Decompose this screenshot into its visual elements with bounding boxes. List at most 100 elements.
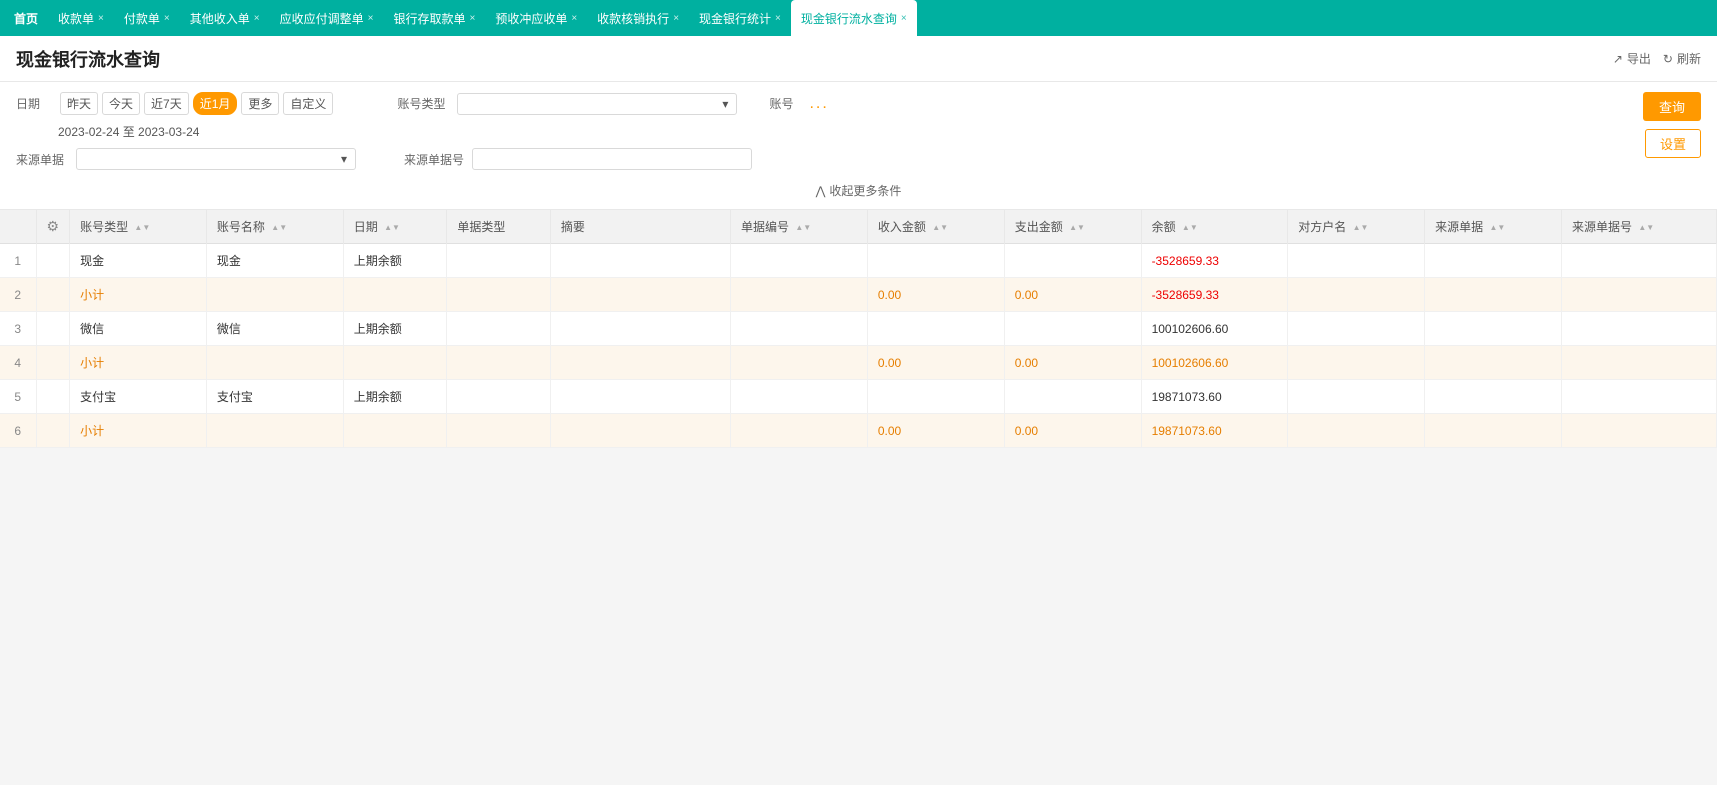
th-source-doc[interactable]: 来源单据 ▲▼ bbox=[1425, 210, 1562, 244]
th-counterpart[interactable]: 对方户名 ▲▼ bbox=[1288, 210, 1425, 244]
cell-account-type: 小计 bbox=[70, 414, 207, 448]
nav-tab-other-income[interactable]: 其他收入单× bbox=[180, 0, 270, 36]
close-tab-payment-icon[interactable]: × bbox=[164, 13, 170, 24]
th-date[interactable]: 日期 ▲▼ bbox=[343, 210, 447, 244]
cell-expense bbox=[1004, 312, 1141, 346]
nav-tab-prepay[interactable]: 预收冲应收单× bbox=[485, 0, 587, 36]
date-btn-more[interactable]: 更多 bbox=[241, 92, 279, 115]
cell-idx: 3 bbox=[0, 312, 36, 346]
date-btn-yesterday[interactable]: 昨天 bbox=[60, 92, 98, 115]
cell-balance: -3528659.33 bbox=[1141, 278, 1288, 312]
th-account-name[interactable]: 账号名称 ▲▼ bbox=[206, 210, 343, 244]
sort-expense-icon: ▲▼ bbox=[1069, 224, 1085, 232]
date-btn-today[interactable]: 今天 bbox=[102, 92, 140, 115]
date-btn-7days[interactable]: 近7天 bbox=[144, 92, 189, 115]
close-tab-receipt-icon[interactable]: × bbox=[98, 13, 104, 24]
close-tab-write-off-icon[interactable]: × bbox=[673, 13, 679, 24]
cell-gear bbox=[36, 312, 70, 346]
cell-doc-type bbox=[447, 312, 551, 346]
sort-doc-no-icon: ▲▼ bbox=[795, 224, 811, 232]
sort-account-type-icon: ▲▼ bbox=[134, 224, 150, 232]
cell-balance: 19871073.60 bbox=[1141, 414, 1288, 448]
nav-tab-write-off[interactable]: 收款核销执行× bbox=[587, 0, 689, 36]
th-source-doc-no[interactable]: 来源单据号 ▲▼ bbox=[1561, 210, 1716, 244]
source-doc-no-label: 来源单据号 bbox=[404, 151, 464, 168]
source-doc-no-input[interactable] bbox=[472, 148, 752, 170]
th-doc-no[interactable]: 单据编号 ▲▼ bbox=[730, 210, 867, 244]
cell-income bbox=[867, 312, 1004, 346]
close-tab-ar-ap-adjust-icon[interactable]: × bbox=[368, 13, 374, 24]
table-body: 1现金现金上期余额-3528659.332小计0.000.00-3528659.… bbox=[0, 244, 1717, 448]
cell-counterpart bbox=[1288, 414, 1425, 448]
cell-source-doc bbox=[1425, 312, 1562, 346]
sort-source-doc-no-icon: ▲▼ bbox=[1638, 224, 1654, 232]
cell-expense: 0.00 bbox=[1004, 414, 1141, 448]
sort-date-icon: ▲▼ bbox=[384, 224, 400, 232]
cell-account-name bbox=[206, 278, 343, 312]
cell-date: 上期余额 bbox=[343, 312, 447, 346]
cell-source-doc bbox=[1425, 346, 1562, 380]
collapse-button[interactable]: ⋀ 收起更多条件 bbox=[816, 182, 902, 199]
account-more-button[interactable]: ... bbox=[801, 95, 836, 113]
nav-tab-ar-ap-adjust[interactable]: 应收应付调整单× bbox=[270, 0, 384, 36]
cell-source-doc bbox=[1425, 278, 1562, 312]
close-tab-other-income-icon[interactable]: × bbox=[254, 13, 260, 24]
cell-balance: 19871073.60 bbox=[1141, 380, 1288, 414]
nav-tab-receipt[interactable]: 收款单× bbox=[48, 0, 114, 36]
column-settings-icon[interactable]: ⚙ bbox=[47, 218, 60, 234]
th-expense[interactable]: 支出金额 ▲▼ bbox=[1004, 210, 1141, 244]
th-account-type[interactable]: 账号类型 ▲▼ bbox=[70, 210, 207, 244]
date-btn-1month[interactable]: 近1月 bbox=[193, 92, 238, 115]
export-button[interactable]: ↗ 导出 bbox=[1613, 50, 1651, 67]
header-actions: ↗ 导出 ↻ 刷新 bbox=[1613, 50, 1701, 67]
cell-expense: 0.00 bbox=[1004, 346, 1141, 380]
cell-doc-type bbox=[447, 380, 551, 414]
cell-expense: 0.00 bbox=[1004, 278, 1141, 312]
date-range-display: 2023-02-24 至 2023-03-24 bbox=[58, 125, 199, 139]
cell-balance: 100102606.60 bbox=[1141, 312, 1288, 346]
table-row: 3微信微信上期余额100102606.60 bbox=[0, 312, 1717, 346]
cell-idx: 4 bbox=[0, 346, 36, 380]
cell-account-type: 微信 bbox=[70, 312, 207, 346]
nav-tab-cash-stat[interactable]: 现金银行统计× bbox=[689, 0, 791, 36]
cell-account-type: 小计 bbox=[70, 278, 207, 312]
refresh-icon: ↻ bbox=[1663, 52, 1673, 66]
query-button[interactable]: 查询 bbox=[1643, 92, 1701, 121]
export-icon: ↗ bbox=[1613, 52, 1623, 66]
nav-tab-payment[interactable]: 付款单× bbox=[114, 0, 180, 36]
cell-balance: 100102606.60 bbox=[1141, 346, 1288, 380]
close-tab-bank-deposit-icon[interactable]: × bbox=[469, 13, 475, 24]
cell-source-doc bbox=[1425, 380, 1562, 414]
filter-row-2: 来源单据 ▾ 来源单据号 bbox=[16, 148, 1627, 170]
page-header: 现金银行流水查询 ↗ 导出 ↻ 刷新 bbox=[0, 36, 1717, 82]
nav-tab-home[interactable]: 首页 bbox=[4, 0, 48, 36]
cell-doc-no bbox=[730, 346, 867, 380]
cell-doc-type bbox=[447, 278, 551, 312]
close-tab-cash-flow-icon[interactable]: × bbox=[901, 13, 907, 24]
refresh-button[interactable]: ↻ 刷新 bbox=[1663, 50, 1701, 67]
cell-income: 0.00 bbox=[867, 414, 1004, 448]
table-row: 4小计0.000.00100102606.60 bbox=[0, 346, 1717, 380]
account-type-select[interactable]: ▾ bbox=[457, 93, 737, 115]
nav-tab-cash-flow[interactable]: 现金银行流水查询× bbox=[791, 0, 917, 36]
date-btn-custom[interactable]: 自定义 bbox=[283, 92, 333, 115]
cell-counterpart bbox=[1288, 244, 1425, 278]
source-doc-select[interactable]: ▾ bbox=[76, 148, 356, 170]
cell-summary bbox=[550, 244, 730, 278]
cell-date bbox=[343, 414, 447, 448]
cell-income bbox=[867, 244, 1004, 278]
th-balance[interactable]: 余额 ▲▼ bbox=[1141, 210, 1288, 244]
close-tab-prepay-icon[interactable]: × bbox=[571, 13, 577, 24]
cell-counterpart bbox=[1288, 380, 1425, 414]
source-doc-label: 来源单据 bbox=[16, 151, 68, 168]
th-gear[interactable]: ⚙ bbox=[36, 210, 70, 244]
close-tab-cash-stat-icon[interactable]: × bbox=[775, 13, 781, 24]
nav-tab-bank-deposit[interactable]: 银行存取款单× bbox=[383, 0, 485, 36]
sort-account-name-icon: ▲▼ bbox=[271, 224, 287, 232]
cell-summary bbox=[550, 414, 730, 448]
settings-button[interactable]: 设置 bbox=[1645, 129, 1701, 158]
sort-balance-icon: ▲▼ bbox=[1182, 224, 1198, 232]
cell-summary bbox=[550, 346, 730, 380]
th-income[interactable]: 收入金额 ▲▼ bbox=[867, 210, 1004, 244]
cell-gear bbox=[36, 414, 70, 448]
